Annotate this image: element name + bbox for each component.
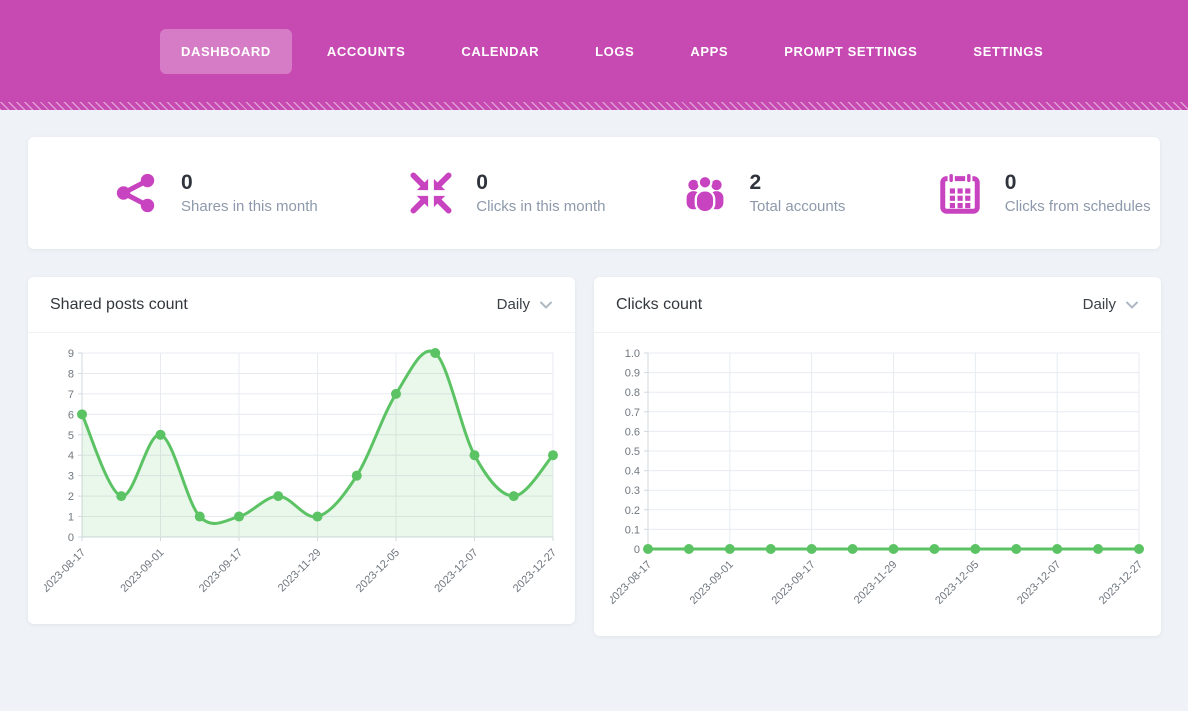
stat-value: 0 (476, 170, 488, 194)
period-selector-value[interactable]: Daily (497, 296, 530, 313)
svg-text:0.3: 0.3 (625, 485, 640, 497)
svg-text:5: 5 (68, 430, 74, 442)
shared-posts-line-chart: 0 1 2 3 4 5 6 7 8 9 2023-08-17 2023-09-01 2023-09-17… (40, 348, 559, 595)
chevron-down-icon[interactable] (1125, 300, 1139, 310)
svg-text:2023-08-17: 2023-08-17 (610, 559, 654, 607)
nav-item-calendar[interactable]: CALENDAR (440, 29, 560, 74)
svg-text:6: 6 (68, 409, 74, 421)
svg-text:2: 2 (68, 491, 74, 503)
stats-summary-card: 0 Shares in this month 0 Clicks in this … (28, 137, 1160, 249)
svg-text:4: 4 (68, 450, 74, 462)
svg-text:3: 3 (68, 471, 74, 483)
svg-text:9: 9 (68, 348, 74, 360)
stat-label: Total accounts (749, 198, 846, 216)
stat-schedule-clicks: 0 Clicks from schedules (905, 170, 1160, 216)
clicks-line-chart: 0 0.1 0.2 0.3 0.4 0.5 0.6 0.7 0.8 0.9 1.0 2023-08-1… (606, 348, 1145, 607)
svg-text:2023-12-27: 2023-12-27 (511, 547, 559, 595)
chart-plot-area: 0 1 2 3 4 5 6 7 8 9 2023-08-17 2023-09-01 2023-09-17… (28, 333, 575, 624)
stat-label: Clicks from schedules (1004, 198, 1151, 216)
header-striped-border (0, 102, 1188, 110)
chart-card-header: Shared posts count Daily (28, 277, 575, 333)
period-selector[interactable]: Daily (497, 296, 553, 313)
compress-arrows-icon (408, 170, 454, 216)
svg-text:2023-12-05: 2023-12-05 (933, 559, 981, 607)
svg-text:7: 7 (68, 389, 74, 401)
svg-text:0.5: 0.5 (625, 446, 640, 458)
chart-card-header: Clicks count Daily (594, 277, 1161, 333)
svg-text:0: 0 (634, 544, 640, 556)
stat-label: Clicks in this month (476, 198, 606, 216)
svg-text:2023-08-17: 2023-08-17 (44, 547, 88, 595)
stat-value: 2 (749, 170, 762, 194)
svg-text:0.8: 0.8 (625, 387, 640, 399)
svg-text:2023-11-29: 2023-11-29 (276, 547, 324, 595)
stat-text: 2 Total accounts (750, 171, 846, 215)
svg-text:0.6: 0.6 (625, 426, 640, 438)
top-nav-bar: DASHBOARD ACCOUNTS CALENDAR LOGS APPS PR… (0, 0, 1188, 110)
period-selector-value[interactable]: Daily (1083, 296, 1116, 313)
calendar-icon (937, 170, 983, 216)
stat-total-accounts: 2 Total accounts (632, 170, 905, 216)
svg-text:2023-09-17: 2023-09-17 (770, 559, 818, 607)
svg-text:0.1: 0.1 (625, 524, 640, 536)
svg-text:8: 8 (68, 368, 74, 380)
svg-text:0: 0 (68, 532, 74, 544)
share-icon (113, 170, 159, 216)
stat-text: 0 Clicks in this month (476, 171, 605, 215)
svg-text:2023-12-07: 2023-12-07 (432, 547, 480, 595)
svg-text:0.4: 0.4 (625, 466, 640, 478)
svg-text:1.0: 1.0 (625, 348, 640, 360)
nav-item-dashboard[interactable]: DASHBOARD (160, 28, 292, 74)
period-selector[interactable]: Daily (1083, 296, 1139, 313)
chart-plot-area: 0 0.1 0.2 0.3 0.4 0.5 0.6 0.7 0.8 0.9 1.0 2023-08-1… (594, 333, 1161, 636)
chevron-down-icon[interactable] (539, 300, 553, 310)
chart-title: Clicks count (616, 295, 703, 313)
nav-item-accounts[interactable]: ACCOUNTS (306, 29, 426, 74)
svg-text:2023-12-05: 2023-12-05 (354, 547, 402, 595)
svg-text:2023-09-17: 2023-09-17 (197, 547, 245, 595)
svg-text:2023-09-01: 2023-09-01 (118, 547, 166, 595)
nav-menu: DASHBOARD ACCOUNTS CALENDAR LOGS APPS PR… (160, 28, 1064, 74)
users-icon (682, 170, 728, 216)
chart-title: Shared posts count (50, 295, 188, 313)
stat-label: Shares in this month (181, 198, 318, 216)
stat-value: 0 (181, 170, 193, 194)
stat-value: 0 (1004, 170, 1017, 194)
svg-text:0.2: 0.2 (625, 505, 640, 517)
svg-text:2023-09-01: 2023-09-01 (688, 559, 736, 607)
nav-bar-main: DASHBOARD ACCOUNTS CALENDAR LOGS APPS PR… (0, 0, 1188, 102)
svg-text:1: 1 (68, 512, 74, 524)
charts-row: Shared posts count Daily 0 1 2 3 4 5 6 7 8 9 2023-… (28, 277, 1161, 636)
nav-item-apps[interactable]: APPS (669, 29, 749, 74)
svg-text:0.7: 0.7 (625, 407, 640, 419)
svg-text:0.9: 0.9 (625, 368, 640, 380)
svg-text:2023-12-07: 2023-12-07 (1015, 559, 1063, 607)
nav-item-prompt-settings[interactable]: PROMPT SETTINGS (763, 29, 938, 74)
clicks-chart-card: Clicks count Daily 0 0.1 0.2 0.3 0.4 0.5 0.6 0.… (594, 277, 1161, 636)
shared-posts-chart-card: Shared posts count Daily 0 1 2 3 4 5 6 7 8 9 2023-… (28, 277, 575, 624)
dashboard-content: 0 Shares in this month 0 Clicks in this … (0, 137, 1188, 636)
nav-item-settings[interactable]: SETTINGS (952, 29, 1064, 74)
stat-shares: 0 Shares in this month (28, 170, 336, 216)
stat-text: 0 Clicks from schedules (1005, 171, 1151, 215)
svg-text:2023-11-29: 2023-11-29 (852, 559, 900, 607)
nav-item-logs[interactable]: LOGS (574, 29, 655, 74)
stat-text: 0 Shares in this month (181, 171, 318, 215)
svg-text:2023-12-27: 2023-12-27 (1097, 559, 1145, 607)
stat-clicks: 0 Clicks in this month (336, 170, 631, 216)
